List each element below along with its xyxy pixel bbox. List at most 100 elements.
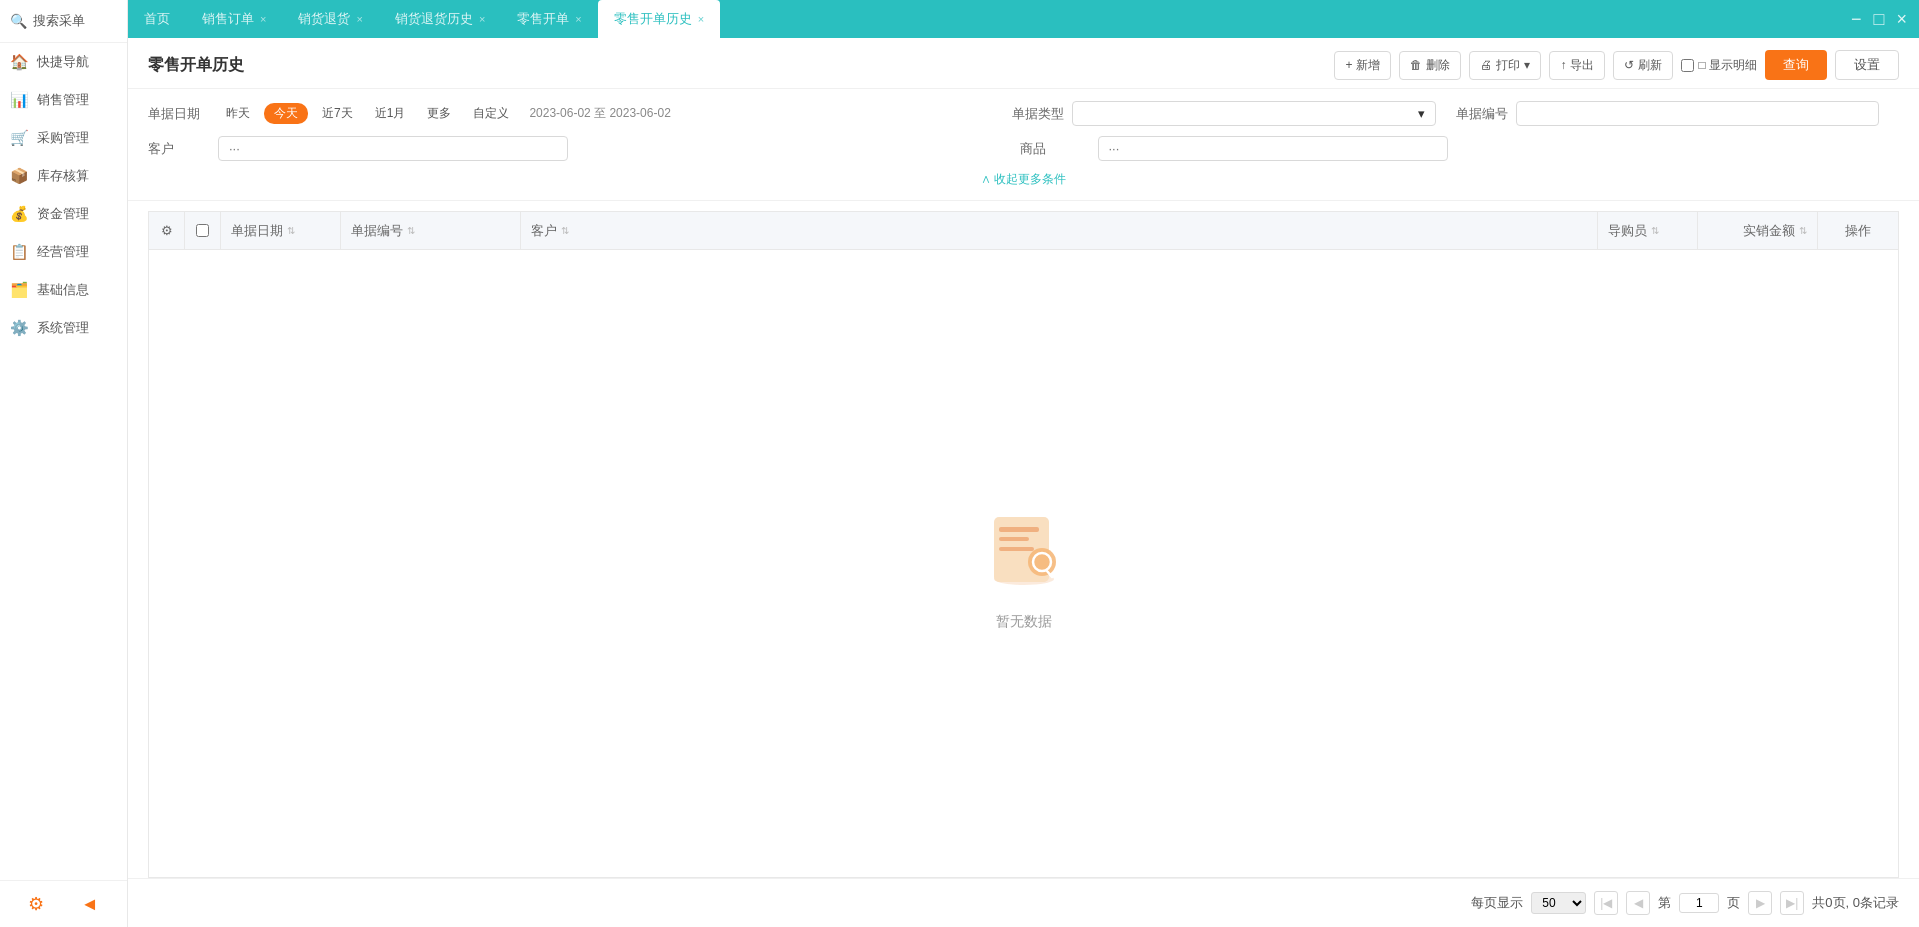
sidebar-item-finance[interactable]: 💰资金管理 [0, 195, 127, 233]
date-range-text: 2023-06-02 至 2023-06-02 [529, 105, 670, 122]
last-page-button[interactable]: ▶| [1780, 891, 1804, 915]
bill-no-input[interactable] [1516, 101, 1879, 126]
sidebar-item-label: 快捷导航 [37, 53, 89, 71]
sidebar-item-label: 系统管理 [37, 319, 89, 337]
date-btn-自定义[interactable]: 自定义 [465, 103, 517, 124]
date-filter-label: 单据日期 [148, 105, 218, 123]
goods-input[interactable] [1098, 136, 1448, 161]
tab-sales-return-history[interactable]: 销货退货历史 × [379, 0, 501, 38]
th-date[interactable]: 单据日期 ⇅ [221, 212, 341, 249]
collapse-sidebar-icon[interactable]: ◄ [81, 894, 99, 915]
page-input[interactable] [1679, 893, 1719, 913]
export-icon: ↑ [1560, 58, 1566, 72]
print-icon: 🖨 [1480, 58, 1492, 72]
tab-close-icon[interactable]: × [698, 13, 704, 25]
tab-close-icon[interactable]: × [260, 13, 266, 25]
window-maximize[interactable]: □ [1874, 9, 1885, 30]
tab-close-icon[interactable]: × [479, 13, 485, 25]
query-button[interactable]: 查询 [1765, 50, 1827, 80]
table-header: ⚙ 单据日期 ⇅ 单据编号 ⇅ 客户 ⇅ 导购员 [148, 211, 1899, 249]
sidebar-search[interactable]: 🔍 搜索采单 [0, 0, 127, 43]
add-icon: + [1345, 58, 1352, 72]
collapse-button[interactable]: ∧ 收起更多条件 [148, 171, 1899, 188]
bill-no-label: 单据编号 [1456, 105, 1516, 123]
th-client[interactable]: 客户 ⇅ [521, 212, 1598, 249]
table-area: ⚙ 单据日期 ⇅ 单据编号 ⇅ 客户 ⇅ 导购员 [128, 201, 1919, 878]
display-detail-checkbox[interactable]: □ 显示明细 [1681, 57, 1757, 74]
th-amount[interactable]: 实销金额 ⇅ [1698, 212, 1818, 249]
next-page-button[interactable]: ▶ [1748, 891, 1772, 915]
th-guide-sort-icon: ⇅ [1651, 225, 1659, 236]
page-title: 零售开单历史 [148, 55, 244, 76]
th-check[interactable] [185, 212, 221, 249]
per-page-label: 每页显示 [1471, 894, 1523, 912]
tab-sales-return[interactable]: 销货退货× [282, 0, 378, 38]
th-action: 操作 [1818, 212, 1898, 249]
delete-button[interactable]: 🗑 删除 [1399, 51, 1461, 80]
tab-home[interactable]: 首页 [128, 0, 186, 38]
th-bill-no[interactable]: 单据编号 ⇅ [341, 212, 521, 249]
svg-rect-3 [999, 537, 1029, 541]
settings-button[interactable]: 设置 [1835, 50, 1899, 80]
refresh-icon: ↺ [1624, 58, 1634, 72]
sidebar-item-label: 库存核算 [37, 167, 89, 185]
th-guide[interactable]: 导购员 ⇅ [1598, 212, 1698, 249]
date-btn-近1月[interactable]: 近1月 [367, 103, 414, 124]
page-header: 零售开单历史 + 新增 🗑 删除 🖨 打印 ▾ ↑ 导出 [128, 38, 1919, 89]
collapse-label: ∧ 收起更多条件 [981, 171, 1066, 188]
client-input[interactable] [218, 136, 568, 161]
operation-icon: 📋 [10, 243, 29, 261]
first-page-button[interactable]: |◀ [1594, 891, 1618, 915]
sidebar-item-basic-info[interactable]: 🗂️基础信息 [0, 271, 127, 309]
sidebar-item-inventory[interactable]: 📦库存核算 [0, 157, 127, 195]
svg-rect-2 [999, 527, 1039, 532]
window-controls: − □ × [1851, 9, 1919, 30]
print-arrow-icon: ▾ [1524, 58, 1530, 72]
sidebar-item-purchase-mgmt[interactable]: 🛒采购管理 [0, 119, 127, 157]
pagination-summary: 共0页, 0条记录 [1812, 894, 1899, 912]
add-label: 新增 [1356, 57, 1380, 74]
tab-close-icon[interactable]: × [356, 13, 362, 25]
display-detail-label: □ 显示明细 [1698, 57, 1757, 74]
date-btn-今天[interactable]: 今天 [264, 103, 308, 124]
th-amount-label: 实销金额 [1743, 222, 1795, 240]
sales-mgmt-icon: 📊 [10, 91, 29, 109]
sidebar-item-system-mgmt[interactable]: ⚙️系统管理 [0, 309, 127, 347]
date-btn-近7天[interactable]: 近7天 [314, 103, 361, 124]
th-settings[interactable]: ⚙ [149, 212, 185, 249]
per-page-select[interactable]: 50 100 200 [1531, 892, 1586, 914]
th-action-label: 操作 [1845, 222, 1871, 240]
tab-retail-open-history[interactable]: 零售开单历史× [598, 0, 720, 38]
finance-icon: 💰 [10, 205, 29, 223]
delete-label: 删除 [1426, 57, 1450, 74]
sidebar-item-quick-nav[interactable]: 🏠快捷导航 [0, 43, 127, 81]
sidebar-item-sales-mgmt[interactable]: 📊销售管理 [0, 81, 127, 119]
tab-label: 零售开单 [517, 10, 569, 28]
select-all-checkbox[interactable] [196, 224, 209, 237]
bill-type-label: 单据类型 [1012, 105, 1072, 123]
export-button[interactable]: ↑ 导出 [1549, 51, 1605, 80]
svg-rect-4 [999, 547, 1034, 551]
date-btn-更多[interactable]: 更多 [419, 103, 459, 124]
window-minimize[interactable]: − [1851, 9, 1862, 30]
page-label: 第 [1658, 894, 1671, 912]
tab-label: 销货退货历史 [395, 10, 473, 28]
display-detail-input[interactable] [1681, 59, 1694, 72]
bill-type-select[interactable]: ▾ [1072, 101, 1435, 126]
bill-type-arrow-icon: ▾ [1418, 106, 1425, 121]
add-button[interactable]: + 新增 [1334, 51, 1391, 80]
search-icon: 🔍 [10, 13, 27, 29]
print-label: 打印 [1496, 57, 1520, 74]
sidebar-item-label: 采购管理 [37, 129, 89, 147]
prev-page-button[interactable]: ◀ [1626, 891, 1650, 915]
settings-bottom-icon[interactable]: ⚙ [28, 893, 44, 915]
refresh-button[interactable]: ↺ 刷新 [1613, 51, 1673, 80]
sidebar-item-operation[interactable]: 📋经营管理 [0, 233, 127, 271]
print-button[interactable]: 🖨 打印 ▾ [1469, 51, 1541, 80]
tab-close-icon[interactable]: × [575, 13, 581, 25]
window-close[interactable]: × [1896, 9, 1907, 30]
date-btn-昨天[interactable]: 昨天 [218, 103, 258, 124]
refresh-label: 刷新 [1638, 57, 1662, 74]
tab-sales-order[interactable]: 销售订单× [186, 0, 282, 38]
tab-retail-open[interactable]: 零售开单 × [501, 0, 597, 38]
